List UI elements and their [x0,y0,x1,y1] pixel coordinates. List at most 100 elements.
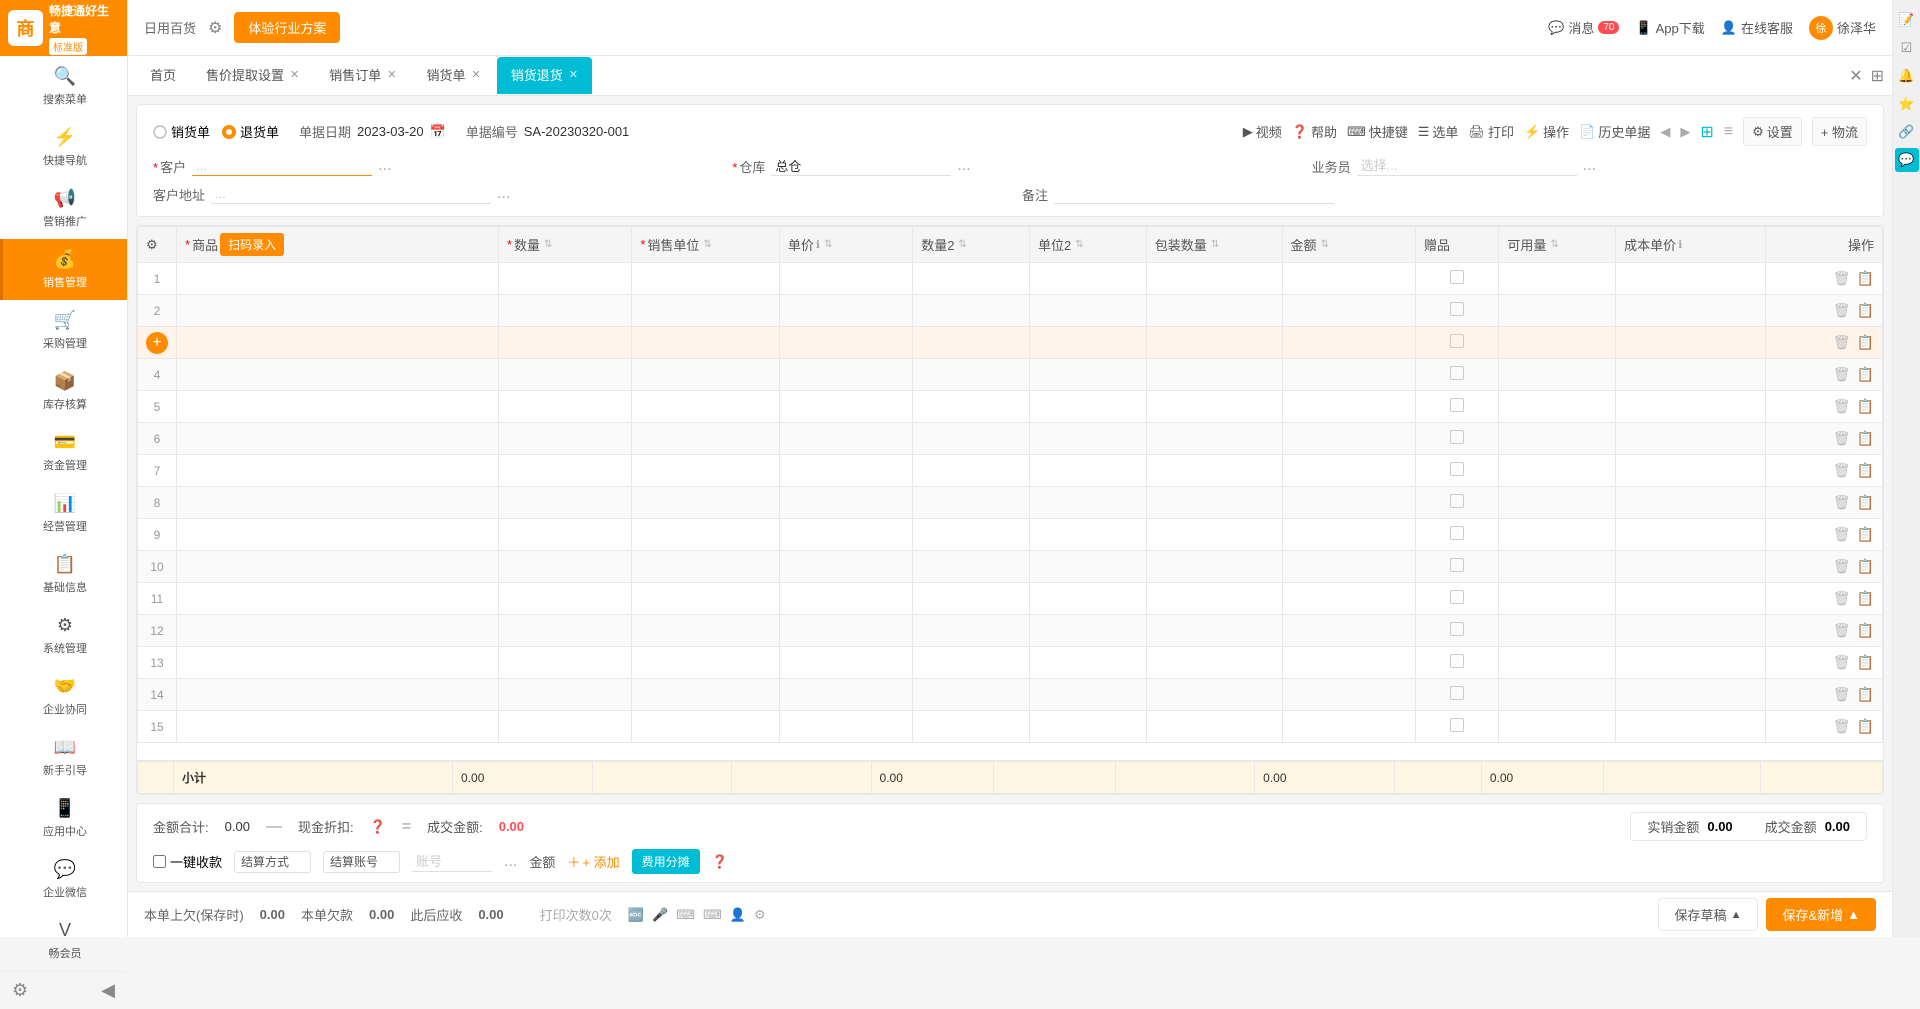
unit-cell[interactable] [632,263,780,295]
account-more-icon[interactable]: ... [504,853,517,871]
sidebar-item-guide[interactable]: 📖 新手引导 [0,727,127,788]
qty2-cell[interactable] [913,583,1030,615]
staff-input[interactable] [1357,156,1577,176]
date-picker-icon[interactable]: 📅 [430,124,446,140]
sidebar-settings-icon[interactable]: ⚙ [12,980,28,1001]
unit-cell[interactable] [632,679,780,711]
tab-close-3[interactable]: ✕ [472,68,481,81]
pack-qty-cell[interactable] [1146,391,1282,423]
product-cell[interactable] [177,455,499,487]
price-cell[interactable] [779,359,912,391]
product-input-6[interactable] [185,431,490,446]
gift-checkbox-11[interactable] [1450,590,1464,604]
amount-cell[interactable] [1282,327,1415,359]
help-btn[interactable]: ❓ 帮助 [1292,122,1337,141]
price-cell[interactable] [779,263,912,295]
available-cell[interactable] [1499,519,1616,551]
copy-icon-10[interactable]: 📋 [1857,558,1874,575]
account-number-input[interactable] [412,852,492,872]
logistics-button[interactable]: + 物流 [1812,117,1867,146]
price-cell[interactable] [779,679,912,711]
save-draft-button[interactable]: 保存草稿 ▲ [1658,898,1759,931]
delete-icon-7[interactable]: 🗑 [1833,462,1851,479]
delete-icon-4[interactable]: 🗑 [1833,366,1851,383]
gift-checkbox-5[interactable] [1450,398,1464,412]
unit-cell[interactable] [632,423,780,455]
amount-cell[interactable] [1282,423,1415,455]
available-cell[interactable] [1499,647,1616,679]
cost-price-cell[interactable] [1616,423,1766,455]
qty-cell[interactable] [498,295,631,327]
pack-qty-cell[interactable] [1146,263,1282,295]
pack-qty-cell[interactable] [1146,679,1282,711]
delete-icon-5[interactable]: 🗑 [1833,398,1851,415]
price-cell[interactable] [779,583,912,615]
copy-icon-13[interactable]: 📋 [1857,654,1874,671]
product-cell[interactable] [177,519,499,551]
product-cell[interactable] [177,263,499,295]
sidebar-item-system[interactable]: ⚙ 系统管理 [0,605,127,666]
add-row-button[interactable]: + [146,332,168,354]
available-cell[interactable] [1499,583,1616,615]
right-panel-star[interactable]: ⭐ [1895,92,1919,116]
next-record-icon[interactable]: ▶ [1680,124,1690,140]
address-input[interactable] [211,184,491,204]
qty2-cell[interactable] [913,295,1030,327]
grid-view-icon[interactable]: ⊞ [1700,122,1713,142]
product-input-12[interactable] [185,623,490,638]
product-input-9[interactable] [185,527,490,542]
pack-qty-cell[interactable] [1146,327,1282,359]
gift-checkbox-9[interactable] [1450,526,1464,540]
copy-icon-15[interactable]: 📋 [1857,718,1874,735]
gift-checkbox-14[interactable] [1450,686,1464,700]
price-cell[interactable] [779,391,912,423]
cost-price-cell[interactable] [1616,711,1766,743]
delete-icon-8[interactable]: 🗑 [1833,494,1851,511]
topbar-settings-icon[interactable]: ⚙ [208,18,222,38]
gift-checkbox-12[interactable] [1450,622,1464,636]
amount-cell[interactable] [1282,519,1415,551]
unit2-cell[interactable] [1030,615,1147,647]
copy-icon-12[interactable]: 📋 [1857,622,1874,639]
sidebar-item-inventory[interactable]: 📦 库存核算 [0,361,127,422]
right-panel-notes[interactable]: 📝 [1895,8,1919,32]
add-payment-button[interactable]: ＋ + 添加 [567,852,619,871]
tab-3[interactable]: 销货单✕ [412,57,494,94]
qty2-cell[interactable] [913,359,1030,391]
copy-icon-6[interactable]: 📋 [1857,430,1874,447]
app-download-item[interactable]: 📱 App下载 [1635,18,1704,37]
qty-cell[interactable] [498,711,631,743]
unit-cell[interactable] [632,711,780,743]
cost-price-cell[interactable] [1616,263,1766,295]
product-input-11[interactable] [185,591,490,606]
qty2-sort-icon[interactable]: ⇅ [959,239,967,250]
sidebar-item-marketing[interactable]: 📢 营销推广 [0,178,127,239]
price-sort-icon[interactable]: ⇅ [824,239,832,250]
available-cell[interactable] [1499,359,1616,391]
warehouse-more-icon[interactable]: ... [957,157,970,175]
cost-price-cell[interactable] [1616,679,1766,711]
gift-checkbox-1[interactable] [1450,270,1464,284]
available-cell[interactable] [1499,295,1616,327]
product-input-14[interactable] [185,687,490,702]
sidebar-item-finance[interactable]: 💳 资金管理 [0,422,127,483]
copy-icon-9[interactable]: 📋 [1857,526,1874,543]
qty2-cell[interactable] [913,551,1030,583]
cost-price-cell[interactable] [1616,583,1766,615]
pack-qty-cell[interactable] [1146,519,1282,551]
sidebar-item-operation[interactable]: 📊 经营管理 [0,483,127,544]
unit-cell[interactable] [632,647,780,679]
unit-cell[interactable] [632,583,780,615]
amount-cell[interactable] [1282,455,1415,487]
unit2-cell[interactable] [1030,391,1147,423]
amount-cell[interactable] [1282,295,1415,327]
select-btn[interactable]: ☰ 选单 [1418,122,1459,141]
amount-cell[interactable] [1282,359,1415,391]
history-btn[interactable]: 📄 历史单据 [1579,122,1650,141]
pack-qty-sort-icon[interactable]: ⇅ [1211,239,1219,250]
message-item[interactable]: 💬 消息 70 [1548,18,1619,37]
price-cell[interactable] [779,327,912,359]
qty-cell[interactable] [498,391,631,423]
unit-cell[interactable] [632,519,780,551]
customer-input[interactable] [192,156,372,176]
